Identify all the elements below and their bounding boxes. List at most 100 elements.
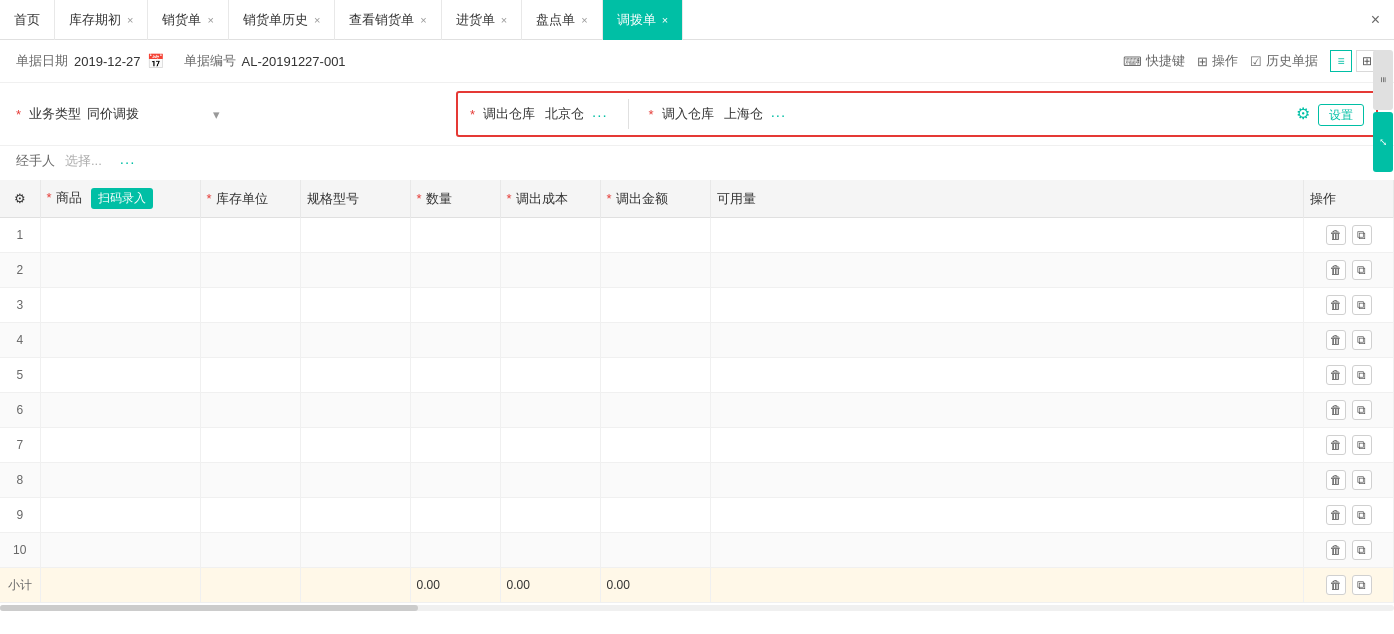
row-spec[interactable] bbox=[300, 253, 410, 288]
row-product[interactable] bbox=[40, 218, 200, 253]
copy-row-button[interactable]: ⧉ bbox=[1352, 400, 1372, 420]
tab-inventory-init[interactable]: 库存期初 × bbox=[55, 0, 148, 40]
delete-row-button[interactable]: 🗑 bbox=[1326, 575, 1346, 595]
tab-purchase-order-close[interactable]: × bbox=[501, 14, 507, 26]
row-qty[interactable] bbox=[410, 393, 500, 428]
settings-gear-icon[interactable]: ⚙ bbox=[1296, 105, 1310, 122]
person-select[interactable]: 选择... bbox=[65, 152, 102, 170]
row-amount[interactable] bbox=[600, 253, 710, 288]
row-product[interactable] bbox=[40, 288, 200, 323]
delete-row-button[interactable]: 🗑 bbox=[1326, 400, 1346, 420]
row-cost[interactable] bbox=[500, 218, 600, 253]
row-amount[interactable] bbox=[600, 393, 710, 428]
row-cost[interactable] bbox=[500, 358, 600, 393]
row-unit[interactable] bbox=[200, 393, 300, 428]
shortcut-key-button[interactable]: ⌨ 快捷键 bbox=[1123, 52, 1185, 70]
tab-sales-history-close[interactable]: × bbox=[314, 14, 320, 26]
tab-sales-order-close[interactable]: × bbox=[207, 14, 213, 26]
copy-row-button[interactable]: ⧉ bbox=[1352, 575, 1372, 595]
scan-button[interactable]: 扫码录入 bbox=[91, 188, 153, 209]
row-spec[interactable] bbox=[300, 288, 410, 323]
row-product[interactable] bbox=[40, 393, 200, 428]
row-unit[interactable] bbox=[200, 253, 300, 288]
delete-row-button[interactable]: 🗑 bbox=[1326, 260, 1346, 280]
delete-row-button[interactable]: 🗑 bbox=[1326, 435, 1346, 455]
copy-row-button[interactable]: ⧉ bbox=[1352, 330, 1372, 350]
copy-row-button[interactable]: ⧉ bbox=[1352, 365, 1372, 385]
tab-purchase-order[interactable]: 进货单 × bbox=[442, 0, 522, 40]
row-cost[interactable] bbox=[500, 498, 600, 533]
row-amount[interactable] bbox=[600, 358, 710, 393]
business-type-dropdown-icon[interactable]: ▾ bbox=[213, 107, 220, 122]
calendar-icon[interactable]: 📅 bbox=[147, 53, 164, 69]
row-qty[interactable] bbox=[410, 288, 500, 323]
row-unit[interactable] bbox=[200, 218, 300, 253]
copy-row-button[interactable]: ⧉ bbox=[1352, 225, 1372, 245]
gear-icon[interactable]: ⚙ bbox=[14, 191, 26, 206]
history-button[interactable]: ☑ 历史单据 bbox=[1250, 52, 1318, 70]
row-unit[interactable] bbox=[200, 428, 300, 463]
row-spec[interactable] bbox=[300, 393, 410, 428]
th-gear[interactable]: ⚙ bbox=[0, 180, 40, 218]
tab-sales-order[interactable]: 销货单 × bbox=[148, 0, 228, 40]
row-unit[interactable] bbox=[200, 463, 300, 498]
row-qty[interactable] bbox=[410, 463, 500, 498]
row-cost[interactable] bbox=[500, 463, 600, 498]
row-qty[interactable] bbox=[410, 218, 500, 253]
row-amount[interactable] bbox=[600, 218, 710, 253]
row-cost[interactable] bbox=[500, 533, 600, 568]
row-product[interactable] bbox=[40, 253, 200, 288]
row-product[interactable] bbox=[40, 533, 200, 568]
copy-row-button[interactable]: ⧉ bbox=[1352, 505, 1372, 525]
side-expand-button[interactable]: ⤢ bbox=[1373, 112, 1393, 172]
transfer-in-more-button[interactable]: ··· bbox=[771, 106, 787, 123]
row-product[interactable] bbox=[40, 463, 200, 498]
row-qty[interactable] bbox=[410, 428, 500, 463]
row-product[interactable] bbox=[40, 568, 200, 603]
person-more-button[interactable]: ··· bbox=[120, 153, 136, 170]
row-product[interactable] bbox=[40, 498, 200, 533]
tab-transfer-order[interactable]: 调拨单 × bbox=[603, 0, 683, 40]
delete-row-button[interactable]: 🗑 bbox=[1326, 225, 1346, 245]
row-qty[interactable] bbox=[410, 358, 500, 393]
window-close-button[interactable]: × bbox=[1357, 0, 1394, 40]
row-spec[interactable] bbox=[300, 533, 410, 568]
transfer-in-value[interactable]: 上海仓 bbox=[724, 105, 763, 123]
delete-row-button[interactable]: 🗑 bbox=[1326, 470, 1346, 490]
row-cost[interactable] bbox=[500, 288, 600, 323]
row-qty[interactable] bbox=[410, 253, 500, 288]
row-spec[interactable] bbox=[300, 428, 410, 463]
tab-inventory-init-close[interactable]: × bbox=[127, 14, 133, 26]
row-product[interactable] bbox=[40, 428, 200, 463]
row-amount[interactable] bbox=[600, 323, 710, 358]
scrollbar[interactable] bbox=[0, 605, 1394, 611]
transfer-out-value[interactable]: 北京仓 bbox=[545, 105, 584, 123]
row-unit[interactable] bbox=[200, 358, 300, 393]
copy-row-button[interactable]: ⧉ bbox=[1352, 435, 1372, 455]
tab-sales-history[interactable]: 销货单历史 × bbox=[229, 0, 335, 40]
row-unit[interactable] bbox=[200, 533, 300, 568]
delete-row-button[interactable]: 🗑 bbox=[1326, 330, 1346, 350]
row-amount[interactable] bbox=[600, 428, 710, 463]
row-spec[interactable] bbox=[300, 218, 410, 253]
row-amount[interactable] bbox=[600, 498, 710, 533]
settings-button[interactable]: 设置 bbox=[1318, 104, 1364, 126]
row-qty[interactable] bbox=[410, 323, 500, 358]
delete-row-button[interactable]: 🗑 bbox=[1326, 505, 1346, 525]
copy-row-button[interactable]: ⧉ bbox=[1352, 540, 1372, 560]
row-spec[interactable] bbox=[300, 498, 410, 533]
row-spec[interactable] bbox=[300, 463, 410, 498]
tab-view-sales-close[interactable]: × bbox=[420, 14, 426, 26]
tab-view-sales[interactable]: 查看销货单 × bbox=[335, 0, 441, 40]
row-product[interactable] bbox=[40, 358, 200, 393]
row-unit[interactable] bbox=[200, 288, 300, 323]
row-unit[interactable] bbox=[200, 568, 300, 603]
row-amount[interactable] bbox=[600, 288, 710, 323]
copy-row-button[interactable]: ⧉ bbox=[1352, 295, 1372, 315]
row-product[interactable] bbox=[40, 323, 200, 358]
copy-row-button[interactable]: ⧉ bbox=[1352, 260, 1372, 280]
row-cost[interactable] bbox=[500, 323, 600, 358]
row-qty[interactable] bbox=[410, 498, 500, 533]
tab-transfer-order-close[interactable]: × bbox=[662, 14, 668, 26]
row-amount[interactable] bbox=[600, 463, 710, 498]
